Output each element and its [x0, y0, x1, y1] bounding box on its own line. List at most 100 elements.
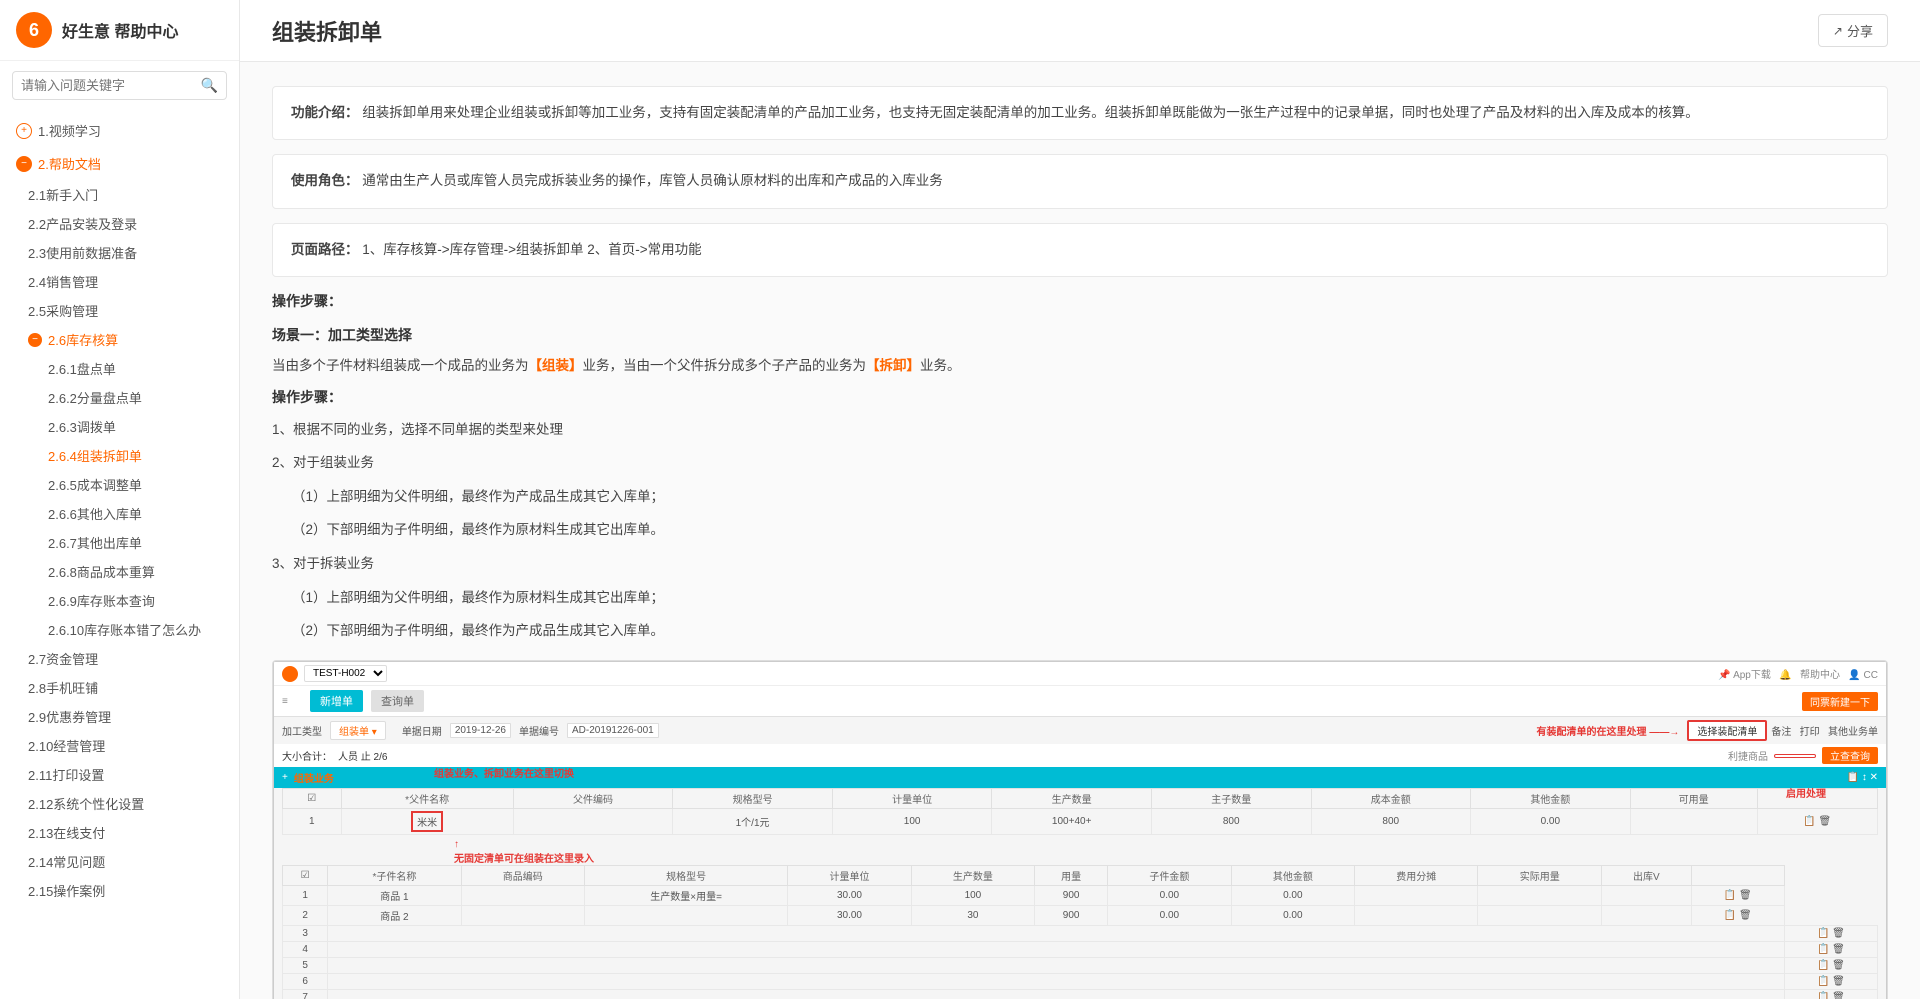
mock-sub-th-actual: 实际用量: [1478, 866, 1601, 886]
sidebar-item-docs[interactable]: − 2.帮助文档: [0, 147, 239, 180]
page-title: 组装拆卸单: [272, 15, 382, 47]
mock-form-type-label: 加工类型: [282, 723, 322, 738]
main-content: 组装拆卸单 ↗ 分享 功能介绍： 组装拆卸单用来处理企业组装或拆卸等加工业务，支…: [240, 0, 1920, 999]
sidebar-item-newbie[interactable]: 2.1新手入门: [28, 180, 239, 209]
sidebar-item-install[interactable]: 2.2产品安装及登录: [28, 209, 239, 238]
mock-sub-td-check2: 2: [283, 906, 328, 926]
mock-nav-icon: ≡: [282, 696, 302, 707]
mock-sub-td-alloc1: [1355, 886, 1478, 906]
sidebar-item-data-prep[interactable]: 2.3使用前数据准备: [28, 238, 239, 267]
sidebar-item-215[interactable]: 2.15操作案例: [28, 876, 239, 905]
step2-sub2: （2）下部明细为子件明细，最终作为原材料生成其它出库单。: [272, 517, 1888, 543]
mock-sub-th-name: *子件名称: [328, 866, 461, 886]
sidebar-item-262[interactable]: 2.6.2分量盘点单: [48, 383, 239, 412]
share-button[interactable]: ↗ 分享: [1818, 14, 1888, 47]
search-icon[interactable]: 🔍: [201, 77, 218, 94]
sidebar-item-264[interactable]: 2.6.4组装拆卸单: [48, 441, 239, 470]
sidebar-item-video[interactable]: + 1.视频学习: [0, 114, 239, 147]
nav-section: + 1.视频学习 − 2.帮助文档 2.1新手入门 2.2产品安装及登录 2.3…: [0, 110, 239, 909]
sidebar-item-269[interactable]: 2.6.9库存账本查询: [48, 586, 239, 615]
step3-sub1: （1）上部明细为父件明细，最终作为原材料生成其它出库单；: [272, 585, 1888, 611]
mock-btn-query[interactable]: 立查查询: [1822, 747, 1878, 764]
mock-input-no[interactable]: AD-20191226-001: [567, 723, 659, 738]
search-input[interactable]: [21, 78, 201, 93]
mock-sub-td-code1: [461, 886, 584, 906]
minus-icon: −: [16, 156, 32, 172]
mock-sub-td-empty3: [328, 926, 1785, 942]
sidebar-item-inventory[interactable]: − 2.6库存核算: [28, 325, 239, 354]
scenario-title: 场景一：加工类型选择: [272, 325, 1888, 345]
mock-parent-table-wrap: ☑ *父件名称 父件编码 规格型号 计量单位 生产数量 主子数量 成本金额 其他: [274, 788, 1886, 839]
mock-sub-th-out: 出库V: [1601, 866, 1691, 886]
sidebar-item-2610[interactable]: 2.6.10库存账本错了怎么办: [48, 615, 239, 644]
mock-th-check: ☑: [283, 789, 342, 809]
mock-input-search[interactable]: [1774, 754, 1816, 758]
mock-sub-td-action6: 📋 🗑: [1784, 974, 1877, 990]
sidebar-item-inventory-label: 2.6库存核算: [48, 330, 118, 349]
table-row: 2 商品 2 30.00 30 900 0.00 0.00: [283, 906, 1878, 926]
mock-form-no-label: 单据编号: [519, 723, 559, 738]
sidebar-item-261[interactable]: 2.6.1盘点单: [48, 354, 239, 383]
ops-title: 操作步骤：: [272, 291, 1888, 311]
sidebar-item-213[interactable]: 2.13在线支付: [28, 818, 239, 847]
mock-td-name-inner[interactable]: 米米: [411, 811, 443, 832]
search-box[interactable]: 🔍: [12, 71, 227, 100]
path-block: 页面路径： 1、库存核算->库存管理->组装拆卸单 2、首页->常用功能: [272, 223, 1888, 277]
mock-sub-td-usage1: 900: [1035, 886, 1108, 906]
mock-select-type[interactable]: 组装单 ▾: [330, 721, 386, 740]
mock-sub-td-action2: 📋 🗑: [1691, 906, 1784, 926]
mock-th-unit: 计量单位: [832, 789, 992, 809]
mock-annotation3: 启用处理: [1786, 785, 1826, 800]
mock-input-date[interactable]: 2019-12-26: [450, 723, 511, 738]
mock-sub-td-action1: 📋 🗑: [1691, 886, 1784, 906]
sidebar-item-214[interactable]: 2.14常见问题: [28, 847, 239, 876]
mock-sub-td-actual1: [1478, 886, 1601, 906]
table-row: 1 米米 1个/1元 100 100+40+ 800 800 0.00: [283, 809, 1878, 835]
ops-steps-title: 操作步骤：: [272, 387, 1888, 407]
mock-td-name: 米米: [341, 809, 513, 835]
mock-sub-th-cost: 子件金额: [1108, 866, 1231, 886]
sidebar-item-267[interactable]: 2.6.7其他出库单: [48, 528, 239, 557]
sidebar-item-211[interactable]: 2.11打印设置: [28, 760, 239, 789]
mock-th-spec: 规格型号: [673, 789, 833, 809]
mock-sub-th-usage: 用量: [1035, 866, 1108, 886]
sidebar-item-265[interactable]: 2.6.5成本调整单: [48, 470, 239, 499]
mock-sub-td-name1: 商品 1: [328, 886, 461, 906]
mock-td-code: [513, 809, 673, 835]
sidebar-item-268[interactable]: 2.6.8商品成本重算: [48, 557, 239, 586]
sidebar-item-210[interactable]: 2.10经营管理: [28, 731, 239, 760]
mock-sub-td-actual2: [1478, 906, 1601, 926]
sidebar-item-29[interactable]: 2.9优惠券管理: [28, 702, 239, 731]
mock-sub-td-check4: 4: [283, 942, 328, 958]
mock-ui: TEST-H002 📌 App下载 🔔 帮助中心 👤 CC ≡ 新增单 查询单 …: [273, 661, 1887, 999]
sidebar-item-sales[interactable]: 2.4销售管理: [28, 267, 239, 296]
table-row: 3 📋 🗑: [283, 926, 1878, 942]
mock-sub-td-unit2: 30.00: [788, 906, 911, 926]
sidebar-item-266[interactable]: 2.6.6其他入库单: [48, 499, 239, 528]
mock-btn-plan[interactable]: 选择装配清单: [1687, 720, 1767, 741]
sidebar-item-263[interactable]: 2.6.3调拨单: [48, 412, 239, 441]
mock-sub-td-other1: 0.00: [1231, 886, 1354, 906]
sidebar-item-purchase[interactable]: 2.5采购管理: [28, 296, 239, 325]
mock-tab-new[interactable]: 新增单: [310, 690, 363, 712]
intro-block: 功能介绍： 组装拆卸单用来处理企业组装或拆卸等加工业务，支持有固定装配清单的产品…: [272, 86, 1888, 140]
sidebar-item-28[interactable]: 2.8手机旺铺: [28, 673, 239, 702]
mock-company-select[interactable]: TEST-H002: [304, 665, 387, 682]
mock-section-add-icon: +: [282, 772, 288, 783]
mock-startup-val: 人员 止 2/6: [338, 748, 387, 763]
sidebar-item-27[interactable]: 2.7资金管理: [28, 644, 239, 673]
mock-sub-td-action5: 📋 🗑: [1784, 958, 1877, 974]
sidebar-item-212[interactable]: 2.12系统个性化设置: [28, 789, 239, 818]
mock-section-wrap: + 组装业务 📋 ↕ ✕ 组装业务、拆卸业务在这里切换 启用处理: [274, 767, 1886, 788]
step2-sub1: （1）上部明细为父件明细，最终作为产成品生成其它入库单；: [272, 484, 1888, 510]
mock-sub-td-name2: 商品 2: [328, 906, 461, 926]
sidebar-docs-sub: 2.1新手入门 2.2产品安装及登录 2.3使用前数据准备 2.4销售管理 2.…: [0, 180, 239, 905]
mock-right-btns: 选择装配清单 备注 打印 其他业务单: [1687, 720, 1878, 741]
intro-label: 功能介绍：: [291, 105, 359, 120]
mock-btn-same-new[interactable]: 同票新建一下: [1802, 692, 1878, 711]
mock-sub-td-action4: 📋 🗑: [1784, 942, 1877, 958]
ops-section: 操作步骤： 场景一：加工类型选择 当由多个子件材料组装成一个成品的业务为【组装】…: [272, 291, 1888, 999]
table-row: 1 商品 1 生产数量×用量= 30.00 100 900 0.00 0.00: [283, 886, 1878, 906]
mock-td-spec: 1个/1元: [673, 809, 833, 835]
mock-tab-query[interactable]: 查询单: [371, 690, 424, 712]
